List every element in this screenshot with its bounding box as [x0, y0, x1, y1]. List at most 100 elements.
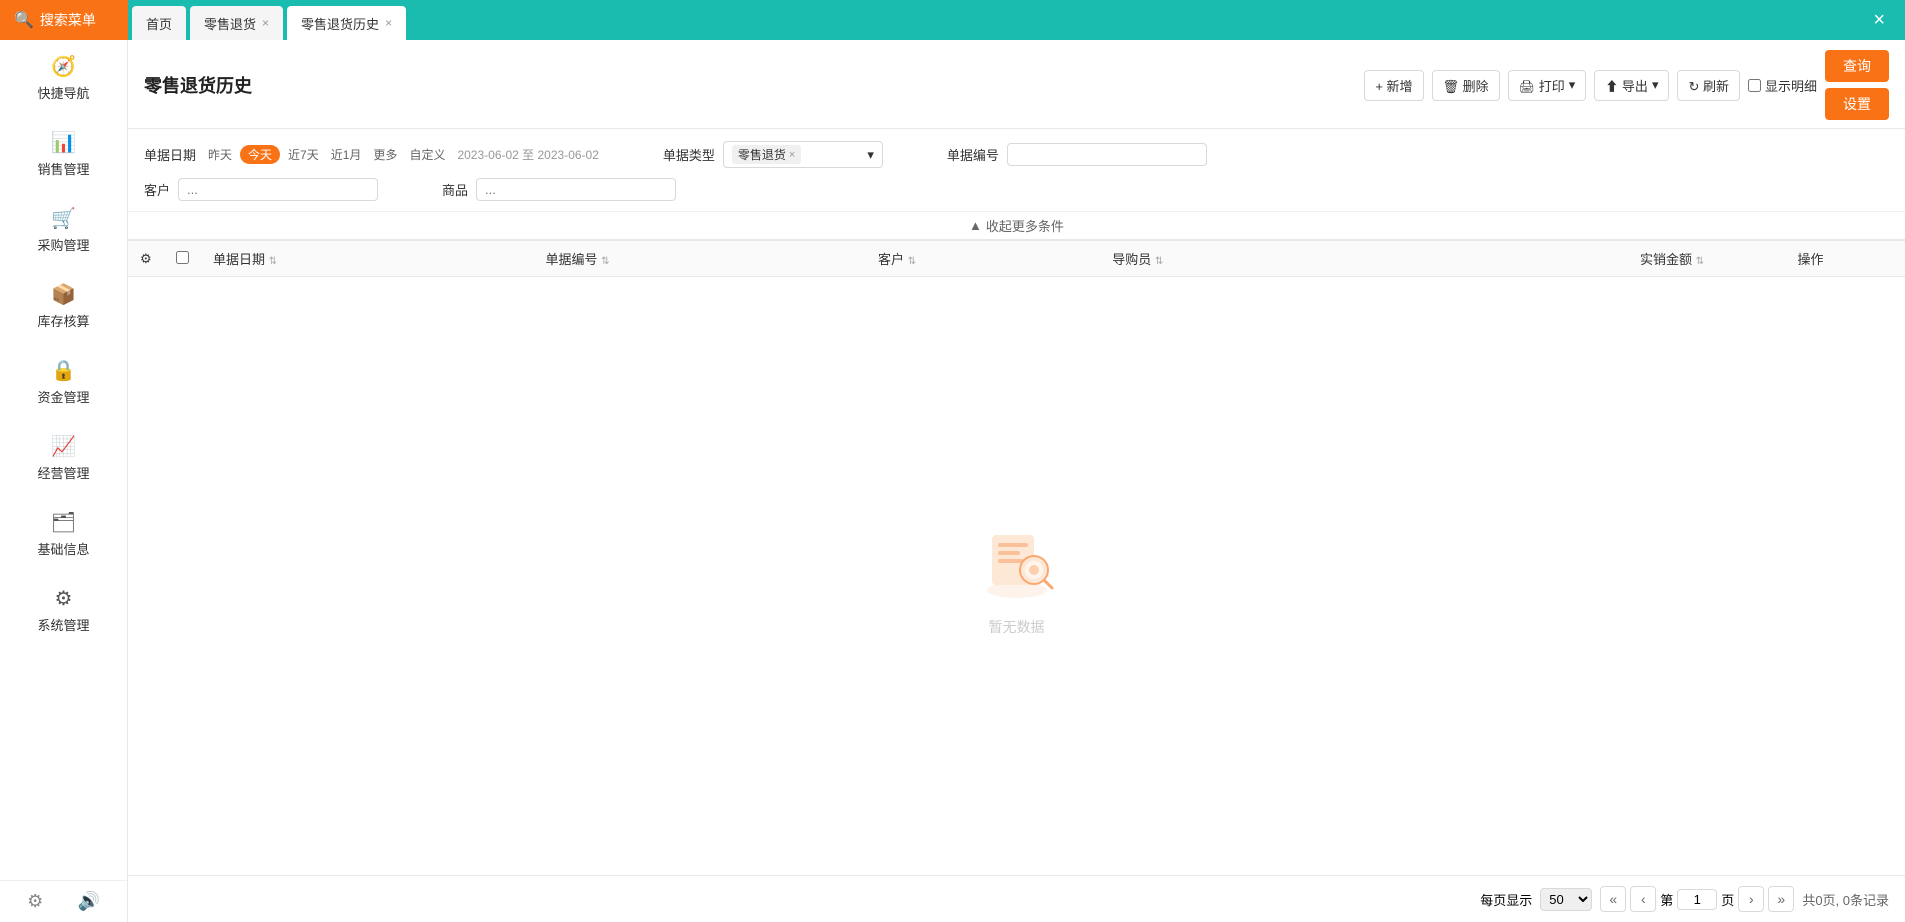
tab-retail-return-close[interactable]: × [262, 16, 269, 30]
sidebar-item-finance[interactable]: 🔒 资金管理 [0, 344, 127, 420]
actual-amount-sort-icon: ⇅ [1696, 256, 1704, 267]
page-number-input[interactable] [1677, 889, 1717, 910]
th-guide-label: 导购员 [1112, 252, 1151, 267]
sidebar-bottom: ⚙ 🔊 [0, 880, 127, 922]
top-bar: 🔍 搜索菜单 首页 零售退货 × 零售退货历史 × × [0, 0, 1905, 40]
page-header: 零售退货历史 + 新增 🗑 删除 🖨 打印 ▾ ⬆ 导出 ▾ ↻ 刷新 显示明细 [128, 40, 1905, 129]
print-label: 🖨 打印 [1519, 76, 1565, 95]
total-info: 共0页, 0条记录 [1802, 890, 1889, 909]
search-menu-label: 搜索菜单 [40, 10, 96, 30]
tab-retail-return-history-label: 零售退货历史 [301, 14, 379, 33]
doc-type-chevron-icon: ▾ [867, 147, 874, 163]
pagination: 每页显示 20 50 100 « ‹ 第 页 › » 共0页, 0条记录 [128, 875, 1905, 922]
th-check[interactable] [164, 241, 201, 277]
shortcut-last7[interactable]: 近7天 [284, 145, 323, 164]
th-doc-number-label: 单据编号 [545, 252, 597, 267]
next-page-button[interactable]: › [1738, 886, 1764, 912]
search-menu-button[interactable]: 🔍 搜索菜单 [0, 0, 128, 40]
main-layout: 🧭 快捷导航 📊 销售管理 🛒 采购管理 📦 库存核算 🔒 资金管理 📈 经营管… [0, 40, 1905, 922]
sidebar-item-basic-info[interactable]: 🗂 基础信息 [0, 496, 127, 572]
empty-state-icon [972, 515, 1062, 605]
sidebar-item-finance-label: 资金管理 [37, 387, 89, 406]
tab-retail-return-history[interactable]: 零售退货历史 × [287, 6, 406, 40]
close-window-button[interactable]: × [1865, 9, 1893, 32]
th-operation-label: 操作 [1798, 252, 1824, 267]
settings-icon[interactable]: ⚙ [27, 891, 43, 912]
th-guide[interactable]: 导购员 ⇅ [1100, 241, 1383, 277]
collapse-label: 收起更多条件 [986, 216, 1064, 235]
customer-input[interactable] [178, 178, 378, 201]
per-page-select[interactable]: 20 50 100 [1540, 888, 1592, 911]
th-actual-amount-label: 实销金额 [1640, 252, 1692, 267]
filter-row-1: 单据日期 昨天 今天 近7天 近1月 更多 自定义 2023-06-02 至 2… [144, 141, 1889, 168]
page-label: 第 [1660, 890, 1673, 909]
tab-home[interactable]: 首页 [132, 6, 186, 40]
select-all-checkbox[interactable] [176, 251, 189, 264]
setting-button[interactable]: 设置 [1825, 88, 1889, 120]
goods-input[interactable] [476, 178, 676, 201]
top-bar-right: × [1865, 9, 1905, 32]
shortcut-today[interactable]: 今天 [240, 145, 280, 164]
shortcut-last-month[interactable]: 近1月 [327, 145, 366, 164]
doc-type-select[interactable]: 零售退货 × ▾ [723, 141, 883, 168]
delete-button[interactable]: 🗑 删除 [1432, 70, 1500, 101]
shortcut-custom[interactable]: 自定义 [405, 145, 449, 164]
export-chevron-icon: ▾ [1652, 77, 1659, 93]
query-button[interactable]: 查询 [1825, 50, 1889, 82]
tab-retail-return-label: 零售退货 [204, 14, 256, 33]
guide-sort-icon: ⇅ [1155, 256, 1163, 267]
shortcut-more[interactable]: 更多 [369, 145, 401, 164]
tab-retail-return-history-close[interactable]: × [385, 16, 392, 30]
th-doc-date[interactable]: 单据日期 ⇅ [201, 241, 533, 277]
new-button[interactable]: + 新增 [1364, 70, 1423, 101]
sidebar: 🧭 快捷导航 📊 销售管理 🛒 采购管理 📦 库存核算 🔒 资金管理 📈 经营管… [0, 40, 128, 922]
content-area: 零售退货历史 + 新增 🗑 删除 🖨 打印 ▾ ⬆ 导出 ▾ ↻ 刷新 显示明细 [128, 40, 1905, 922]
th-customer-label: 客户 [878, 252, 904, 267]
sidebar-item-system-mgmt[interactable]: ⚙ 系统管理 [0, 572, 127, 648]
th-doc-number[interactable]: 单据编号 ⇅ [533, 241, 865, 277]
sidebar-item-basic-info-label: 基础信息 [37, 539, 89, 558]
goods-label: 商品 [442, 180, 468, 199]
print-button[interactable]: 🖨 打印 ▾ [1508, 70, 1587, 101]
filter-row-2: 客户 商品 [144, 178, 1889, 201]
prev-page-button[interactable]: ‹ [1630, 886, 1656, 912]
tab-home-label: 首页 [146, 14, 172, 33]
th-customer[interactable]: 客户 ⇅ [866, 241, 1100, 277]
filter-date: 单据日期 昨天 今天 近7天 近1月 更多 自定义 2023-06-02 至 2… [144, 145, 599, 164]
customer-label: 客户 [144, 180, 170, 199]
export-button[interactable]: ⬆ 导出 ▾ [1594, 70, 1669, 101]
filter-customer: 客户 [144, 178, 378, 201]
display-detail-toggle[interactable]: 显示明细 [1748, 76, 1817, 95]
sidebar-item-operations[interactable]: 📈 经营管理 [0, 420, 127, 496]
date-range-display: 2023-06-02 至 2023-06-02 [457, 146, 598, 163]
sidebar-item-sales-mgmt[interactable]: 📊 销售管理 [0, 116, 127, 192]
refresh-button[interactable]: ↻ 刷新 [1677, 70, 1740, 101]
doc-type-tag-close[interactable]: × [789, 149, 795, 161]
sidebar-item-quick-nav[interactable]: 🧭 快捷导航 [0, 40, 127, 116]
collapse-more-btn[interactable]: ▲ 收起更多条件 [128, 211, 1905, 239]
display-detail-checkbox[interactable] [1748, 79, 1761, 92]
audio-icon[interactable]: 🔊 [77, 891, 99, 912]
tabs-area: 首页 零售退货 × 零售退货历史 × [128, 0, 1865, 40]
th-actual-amount[interactable]: 实销金额 ⇅ [1384, 241, 1716, 277]
sidebar-item-purchase-mgmt[interactable]: 🛒 采购管理 [0, 192, 127, 268]
empty-state: 暂无数据 [128, 277, 1905, 875]
th-doc-date-label: 单据日期 [213, 252, 265, 267]
tab-retail-return[interactable]: 零售退货 × [190, 6, 283, 40]
first-page-button[interactable]: « [1600, 886, 1626, 912]
sidebar-item-operations-label: 经营管理 [37, 463, 89, 482]
customer-sort-icon: ⇅ [908, 256, 916, 267]
last-page-button[interactable]: » [1768, 886, 1794, 912]
export-label: ⬆ 导出 [1605, 76, 1648, 95]
filter-doc-number: 单据编号 [947, 143, 1207, 166]
doc-number-input[interactable] [1007, 143, 1207, 166]
page-suffix: 页 [1721, 890, 1734, 909]
doc-date-sort-icon: ⇅ [269, 256, 277, 267]
shortcut-yesterday[interactable]: 昨天 [204, 145, 236, 164]
th-settings[interactable]: ⚙ [128, 241, 164, 277]
sidebar-item-inventory[interactable]: 📦 库存核算 [0, 268, 127, 344]
sidebar-item-purchase-mgmt-label: 采购管理 [37, 235, 89, 254]
doc-number-sort-icon: ⇅ [601, 256, 609, 267]
table-area: ⚙ 单据日期 ⇅ 单据编号 ⇅ 客户 [128, 240, 1905, 875]
sales-mgmt-icon: 📊 [51, 130, 76, 155]
